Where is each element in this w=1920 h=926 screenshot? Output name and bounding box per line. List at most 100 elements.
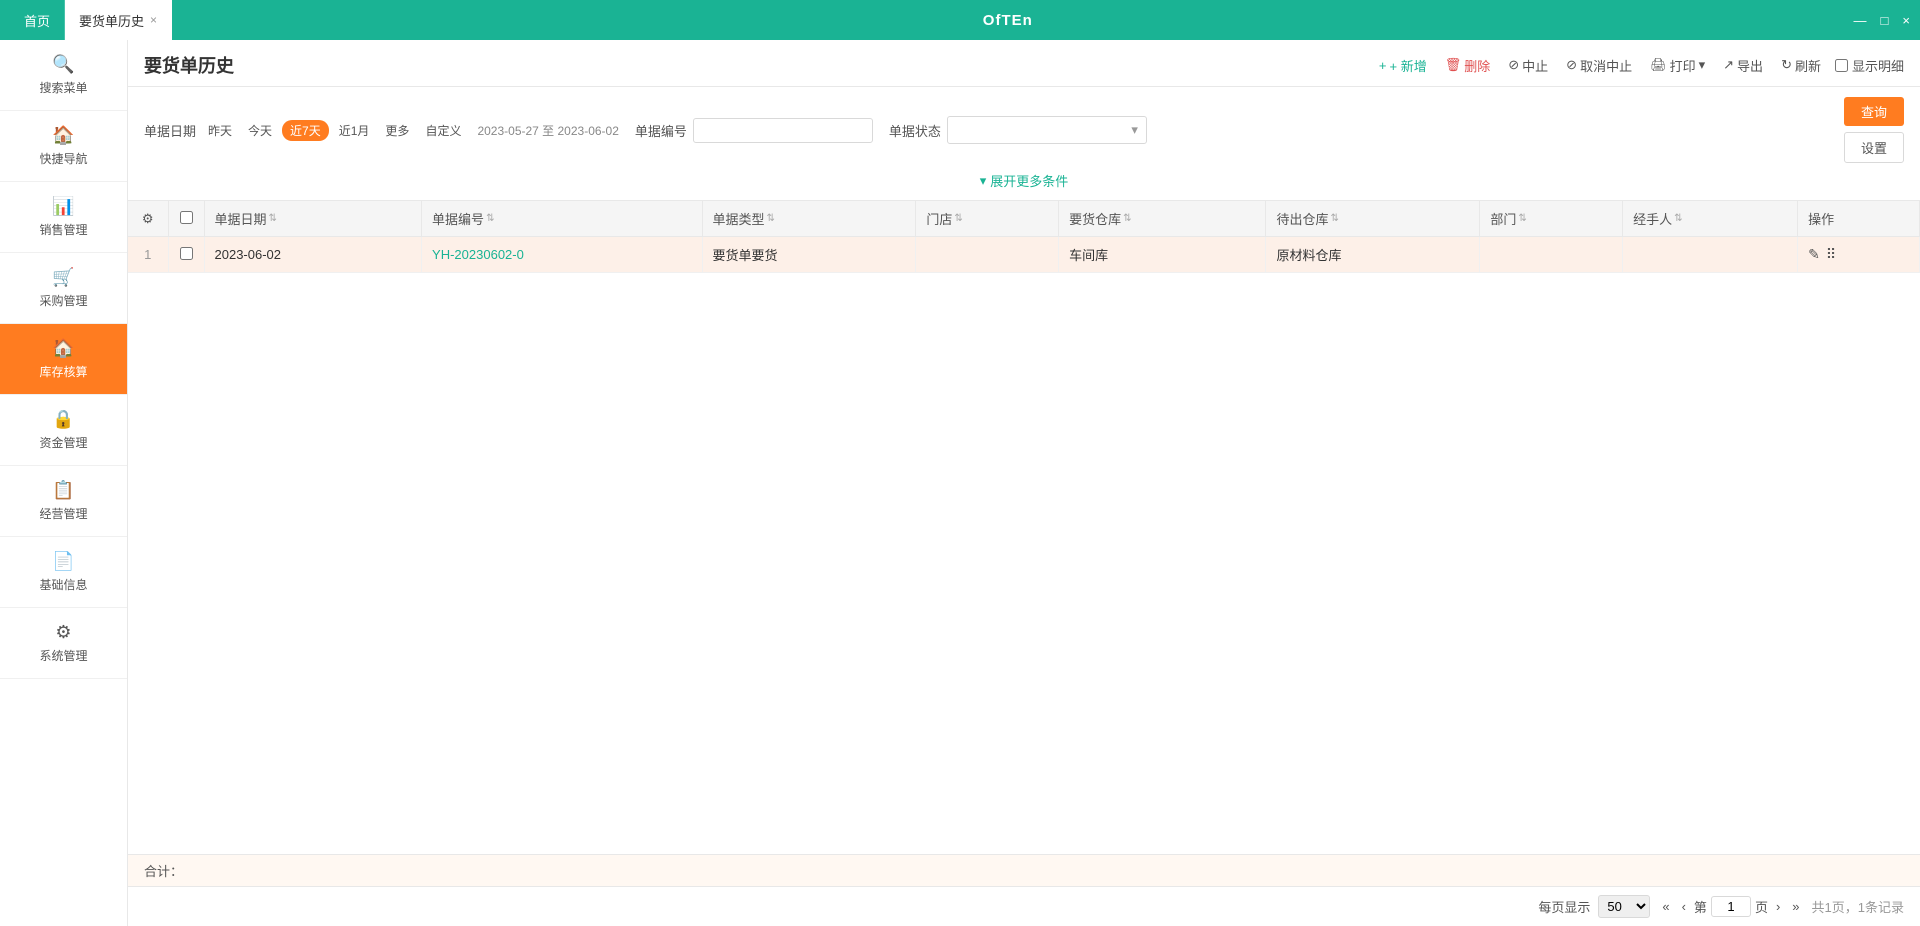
date-tags: 昨天 今天 近7天 近1月 更多 自定义 (202, 120, 467, 141)
date-tag-custom[interactable]: 自定义 (419, 121, 467, 140)
inventory-icon: 🏠 (52, 338, 74, 359)
home-icon: 🏠 (52, 125, 74, 146)
page-label-before: 第 (1694, 897, 1707, 916)
export-button[interactable]: ↗ 导出 (1719, 54, 1767, 77)
header-row: ⚙ 单据日期 ⇅ 单据编号 (128, 201, 1920, 237)
th-type-sort[interactable]: 单据类型 ⇅ (713, 209, 906, 228)
sidebar-item-quick-nav[interactable]: 🏠 快捷导航 (0, 111, 127, 182)
per-page-label: 每页显示 (1538, 897, 1590, 916)
sidebar-item-inventory[interactable]: 🏠 库存核算 (0, 324, 127, 395)
row-store (916, 237, 1059, 273)
th-pending-warehouse-label: 待出仓库 (1276, 209, 1328, 228)
sidebar-item-basic-info[interactable]: 📄 基础信息 (0, 537, 127, 608)
last-page-btn[interactable]: » (1788, 897, 1803, 916)
th-date-sort[interactable]: 单据日期 ⇅ (215, 209, 412, 228)
row-bill-no-link[interactable]: YH-20230602-0 (432, 247, 524, 262)
row-dept (1480, 237, 1623, 273)
print-button[interactable]: 🖨 打印 ▾ (1646, 54, 1709, 77)
tab-home-label: 首页 (24, 11, 50, 30)
window-controls: — □ × (1854, 13, 1910, 28)
select-all-checkbox[interactable] (180, 211, 193, 224)
expand-more-btn[interactable]: ▾ 展开更多条件 (144, 171, 1904, 190)
total-info: 共1页，1条记录 (1812, 897, 1904, 916)
stop-label: 中止 (1522, 56, 1548, 75)
stop-button[interactable]: ⊘ 中止 (1504, 54, 1552, 77)
refresh-button[interactable]: ↻ 刷新 (1777, 54, 1825, 77)
prev-page-btn[interactable]: ‹ (1678, 897, 1690, 916)
show-detail-toggle[interactable]: 显示明细 (1835, 56, 1904, 75)
sidebar-item-finance-mgmt[interactable]: 🔒 资金管理 (0, 395, 127, 466)
row-bill-no: YH-20230602-0 (422, 237, 702, 273)
page-nav: « ‹ 第 页 › » (1658, 896, 1803, 917)
th-req-warehouse-label: 要货仓库 (1069, 209, 1121, 228)
sidebar-label-finance-mgmt: 资金管理 (39, 434, 87, 451)
row-edit-icon[interactable]: ✎ (1808, 246, 1820, 263)
th-handler-sort[interactable]: 经手人 ⇅ (1633, 209, 1787, 228)
expand-icon: ▾ (980, 173, 987, 189)
page-title: 要货单历史 (144, 52, 234, 78)
window-minimize[interactable]: — (1854, 13, 1867, 28)
per-page-select[interactable]: 50 100 (1598, 895, 1650, 918)
window-close[interactable]: × (1902, 13, 1910, 28)
filter-bar: 单据日期 昨天 今天 近7天 近1月 更多 自定义 2023-05-27 至 2… (128, 87, 1920, 201)
brand: OfTEn (983, 12, 1043, 29)
tab-close-icon[interactable]: × (150, 13, 157, 27)
page-header: 要货单历史 + + 新增 🗑 删除 ⊘ 中止 ⊘ 取消中止 (128, 40, 1920, 87)
cancel-stop-button[interactable]: ⊘ 取消中止 (1562, 54, 1636, 77)
date-tag-7days[interactable]: 近7天 (282, 120, 329, 141)
sidebar-item-operations-mgmt[interactable]: 📋 经营管理 (0, 466, 127, 537)
row-checkbox (168, 237, 204, 273)
date-tag-yesterday[interactable]: 昨天 (202, 121, 238, 140)
date-tag-today[interactable]: 今天 (242, 121, 278, 140)
cancel-stop-label: 取消中止 (1580, 56, 1632, 75)
dept-sort-icon: ⇅ (1518, 213, 1526, 224)
th-bill-no-sort[interactable]: 单据编号 ⇅ (432, 209, 691, 228)
window-maximize[interactable]: □ (1881, 13, 1889, 28)
print-arrow: ▾ (1699, 57, 1706, 73)
row-select-checkbox[interactable] (180, 247, 193, 260)
first-page-btn[interactable]: « (1658, 897, 1673, 916)
th-settings[interactable]: ⚙ (128, 201, 168, 237)
date-tag-more[interactable]: 更多 (379, 121, 415, 140)
next-page-btn[interactable]: › (1772, 897, 1784, 916)
finance-icon: 🔒 (52, 409, 74, 430)
settings-button[interactable]: 设置 (1844, 132, 1904, 163)
status-filter-group: 单据状态 ▾ (889, 116, 1147, 144)
tab-purchase-history[interactable]: 要货单历史 × (65, 0, 172, 40)
date-tag-1month[interactable]: 近1月 (333, 121, 376, 140)
status-select-arrow: ▾ (1131, 122, 1138, 138)
delete-icon: 🗑 (1445, 57, 1462, 73)
filter-actions: 查询 设置 (1844, 97, 1904, 163)
sidebar-label-purchase-mgmt: 采购管理 (39, 292, 87, 309)
sidebar-item-search-menu[interactable]: 🔍 搜索菜单 (0, 40, 127, 111)
sidebar-item-system-mgmt[interactable]: ⚙ 系统管理 (0, 608, 127, 679)
sidebar-item-sales-mgmt[interactable]: 📊 销售管理 (0, 182, 127, 253)
th-store-sort[interactable]: 门店 ⇅ (926, 209, 1048, 228)
th-pending-warehouse-sort[interactable]: 待出仓库 ⇅ (1276, 209, 1469, 228)
th-store-label: 门店 (926, 209, 952, 228)
th-dept-sort[interactable]: 部门 ⇅ (1490, 209, 1612, 228)
tab-home[interactable]: 首页 (10, 0, 65, 40)
table-row[interactable]: 1 2023-06-02 YH-20230602-0 要货单要货 车间库 原材料… (128, 237, 1920, 273)
status-select[interactable]: ▾ (947, 116, 1147, 144)
bill-no-input[interactable] (693, 118, 873, 143)
delete-button[interactable]: 🗑 删除 (1441, 54, 1495, 77)
bill-no-sort-icon: ⇅ (486, 213, 494, 224)
type-sort-icon: ⇅ (767, 213, 775, 224)
current-page-input[interactable] (1711, 896, 1751, 917)
show-detail-checkbox[interactable] (1835, 59, 1848, 72)
sales-icon: 📊 (52, 196, 74, 217)
filter-row: 单据日期 昨天 今天 近7天 近1月 更多 自定义 2023-05-27 至 2… (144, 97, 1904, 163)
row-delete-icon[interactable]: ⠿ (1826, 246, 1836, 263)
bill-no-label: 单据编号 (635, 121, 687, 140)
sidebar-item-purchase-mgmt[interactable]: 🛒 采购管理 (0, 253, 127, 324)
content-area: 要货单历史 + + 新增 🗑 删除 ⊘ 中止 ⊘ 取消中止 (128, 40, 1920, 926)
new-label: + 新增 (1389, 56, 1426, 75)
new-icon: + (1379, 58, 1387, 73)
query-button[interactable]: 查询 (1844, 97, 1904, 126)
data-table: ⚙ 单据日期 ⇅ 单据编号 (128, 201, 1920, 273)
th-type-label: 单据类型 (713, 209, 765, 228)
th-req-warehouse-sort[interactable]: 要货仓库 ⇅ (1069, 209, 1255, 228)
new-button[interactable]: + + 新增 (1375, 54, 1431, 77)
export-label: 导出 (1737, 56, 1763, 75)
